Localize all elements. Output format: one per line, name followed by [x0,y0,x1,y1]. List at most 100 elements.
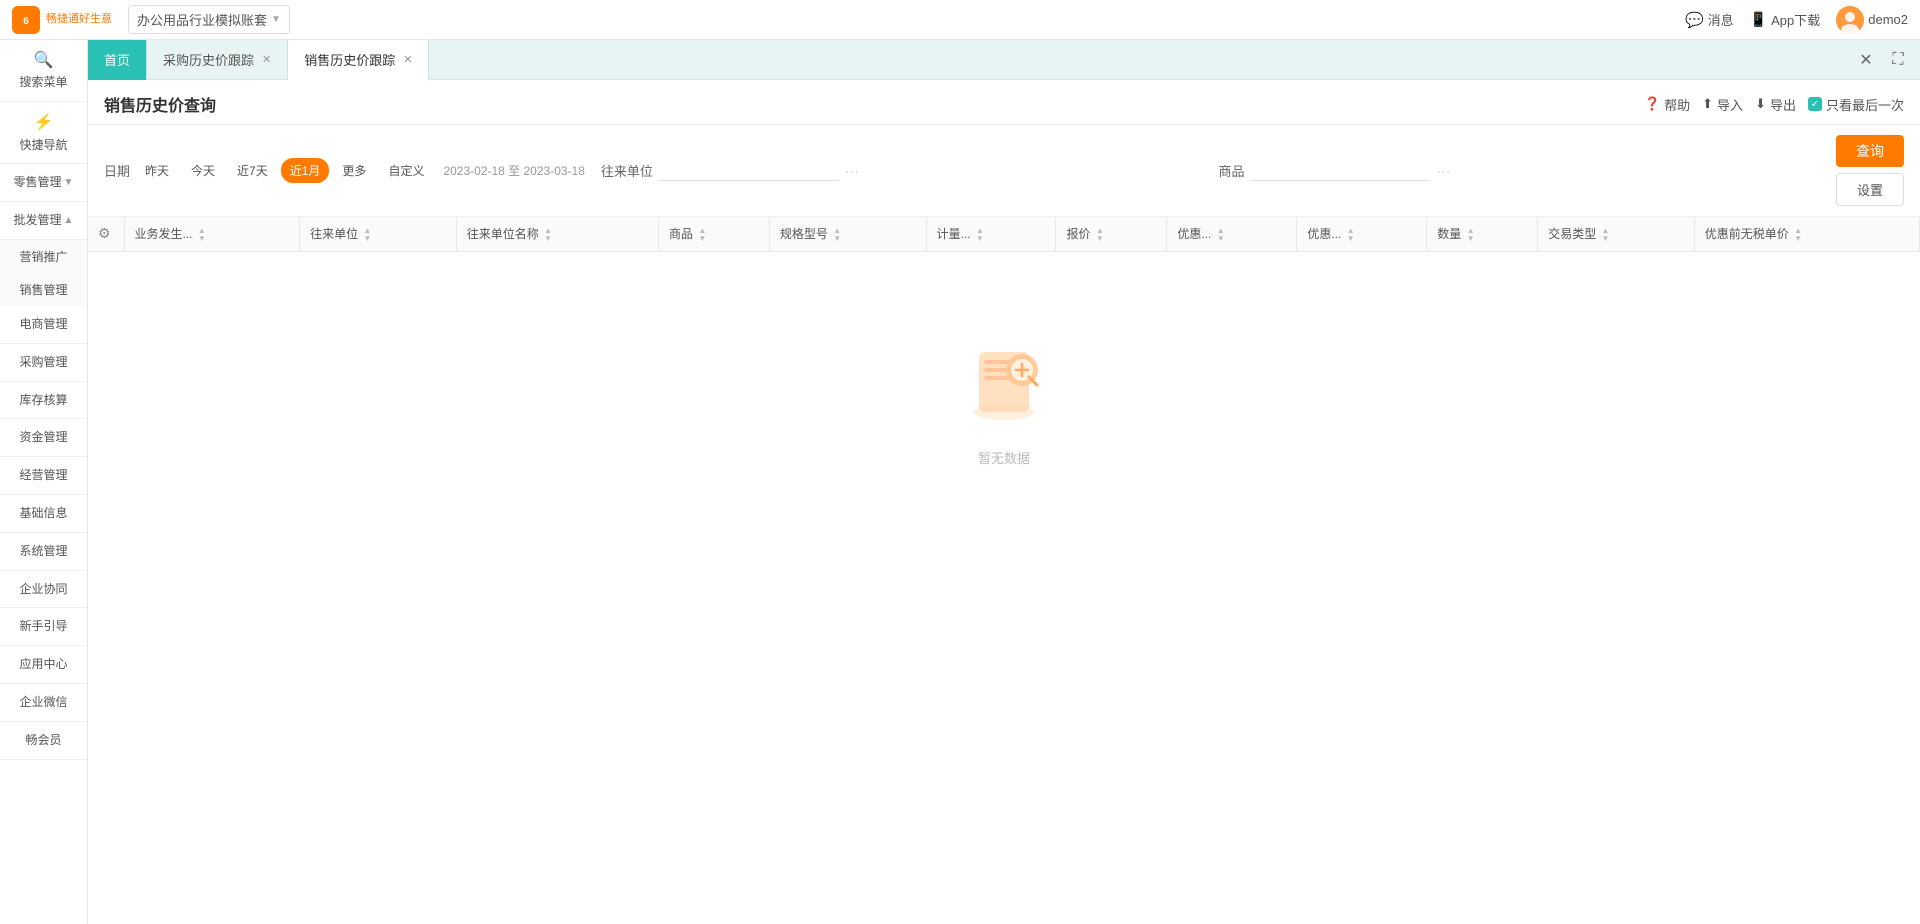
close-window-btn[interactable]: ✕ [1852,46,1880,74]
sidebar-item-wechat[interactable]: 企业微信 [0,684,87,722]
table-header: ⚙ 业务发生... ▲▼ 往来单位 ▲▼ 往来单位名称 ▲▼ [88,217,1920,251]
sidebar-item-system[interactable]: 系统管理 [0,533,87,571]
sidebar-item-finance[interactable]: 资金管理 [0,419,87,457]
product-filter-label: 商品 [1218,161,1244,180]
export-btn[interactable]: ⬇ 导出 [1755,95,1796,114]
sort-icon: ▲▼ [698,227,706,243]
product-dots[interactable]: ··· [1436,163,1450,179]
sidebar-item-marketing[interactable]: 营销推广 [0,240,87,273]
partner-filter-group: 往来单位 ··· [601,161,1203,181]
page-inner: 销售历史价查询 ❓ 帮助 ⬆ 导入 ⬇ 导出 [88,80,1920,924]
retail-label: 零售管理 [14,174,62,191]
th-price[interactable]: 报价 ▲▼ [1056,217,1167,251]
import-icon: ⬆ [1702,96,1713,112]
sidebar-item-label: 应用中心 [19,656,67,673]
help-btn[interactable]: ❓ 帮助 [1644,95,1690,114]
maximize-btn[interactable]: ⛶ [1884,46,1912,74]
table-header-row: ⚙ 业务发生... ▲▼ 往来单位 ▲▼ 往来单位名称 ▲▼ [88,217,1920,251]
shortcut-icon: ⚡ [34,112,54,134]
sidebar-item-label: 快捷导航 [19,137,67,154]
sidebar-item-ecommerce[interactable]: 电商管理 [0,306,87,344]
sidebar-item-label: 系统管理 [19,543,67,560]
tab-purchase-history[interactable]: 采购历史价跟踪 ✕ [147,40,288,80]
mobile-icon: 📱 [1750,11,1767,28]
th-unit[interactable]: 计量... ▲▼ [926,217,1056,251]
sidebar-item-wholesale[interactable]: 批发管理 ▲ [0,202,87,240]
sidebar: 🔍 搜索菜单 ⚡ 快捷导航 零售管理 ▼ 批发管理 ▲ 营销推广 销售管理 电商… [0,40,88,924]
date-buttons: 昨天 今天 近7天 近1月 更多 自定义 [136,158,433,183]
column-settings-icon[interactable]: ⚙ [98,225,111,241]
svg-text:6: 6 [23,16,29,27]
th-biz-date[interactable]: 业务发生... ▲▼ [124,217,300,251]
date-range-text: 2023-02-18 至 2023-03-18 [443,162,584,179]
tab-bar: 首页 采购历史价跟踪 ✕ 销售历史价跟踪 ✕ ✕ ⛶ [88,40,1920,80]
sidebar-item-collab[interactable]: 企业协同 [0,571,87,609]
page-content: 销售历史价查询 ❓ 帮助 ⬆ 导入 ⬇ 导出 [88,80,1920,924]
partner-dots[interactable]: ··· [845,163,859,179]
chevron-up-icon: ▲ [64,214,74,228]
checkbox-icon: ✓ [1808,97,1822,111]
page-header: 销售历史价查询 ❓ 帮助 ⬆ 导入 ⬇ 导出 [88,80,1920,125]
th-product[interactable]: 商品 ▲▼ [659,217,770,251]
th-discount2[interactable]: 优惠... ▲▼ [1297,217,1427,251]
only-last-checkbox[interactable]: ✓ 只看最后一次 [1808,95,1904,114]
tab-sales-history[interactable]: 销售历史价跟踪 ✕ [288,40,429,80]
filter-bar: 日期 昨天 今天 近7天 近1月 更多 自定义 2023-02-18 至 202… [88,125,1920,217]
sidebar-item-shortcut[interactable]: ⚡ 快捷导航 [0,102,87,164]
th-pretax-price[interactable]: 优惠前无税单价 ▲▼ [1694,217,1919,251]
message-btn[interactable]: 💬 消息 [1685,10,1734,29]
settings-button[interactable]: 设置 [1836,173,1904,206]
sidebar-item-inventory[interactable]: 库存核算 [0,382,87,420]
sidebar-item-guide[interactable]: 新手引导 [0,608,87,646]
date-btn-custom[interactable]: 自定义 [379,158,433,183]
sidebar-item-label: 畅会员 [25,732,61,749]
close-tab-sales-icon[interactable]: ✕ [403,53,412,66]
close-tab-purchase-icon[interactable]: ✕ [262,53,271,66]
sort-icon: ▲▼ [1217,227,1225,243]
date-filter-group: 日期 昨天 今天 近7天 近1月 更多 自定义 2023-02-18 至 202… [104,158,585,183]
search-icon: 🔍 [34,50,54,72]
user-profile[interactable]: demo2 [1836,6,1908,34]
sort-icon: ▲▼ [1467,227,1475,243]
th-quantity[interactable]: 数量 ▲▼ [1427,217,1538,251]
date-btn-yesterday[interactable]: 昨天 [136,158,178,183]
sidebar-item-apps[interactable]: 应用中心 [0,646,87,684]
message-icon: 💬 [1685,11,1704,29]
product-input[interactable] [1250,161,1430,181]
data-table: ⚙ 业务发生... ▲▼ 往来单位 ▲▼ 往来单位名称 ▲▼ [88,217,1920,252]
th-discount1[interactable]: 优惠... ▲▼ [1167,217,1297,251]
sidebar-item-member[interactable]: 畅会员 [0,722,87,760]
table-container: ⚙ 业务发生... ▲▼ 往来单位 ▲▼ 往来单位名称 ▲▼ [88,217,1920,527]
date-btn-today[interactable]: 今天 [182,158,224,183]
sort-icon: ▲▼ [1602,227,1610,243]
date-btn-1month[interactable]: 近1月 [281,158,330,183]
sidebar-item-label: 企业微信 [19,694,67,711]
sidebar-item-sales[interactable]: 销售管理 [0,273,87,306]
sidebar-item-retail[interactable]: 零售管理 ▼ [0,164,87,202]
sidebar-item-operations[interactable]: 经营管理 [0,457,87,495]
th-partner-code[interactable]: 往来单位 ▲▼ [300,217,457,251]
sidebar-item-label: 经营管理 [19,467,67,484]
sidebar-item-basics[interactable]: 基础信息 [0,495,87,533]
page-title: 销售历史价查询 [104,92,216,116]
help-icon: ❓ [1644,96,1660,112]
sort-icon: ▲▼ [833,227,841,243]
tab-home[interactable]: 首页 [88,40,147,80]
date-btn-more[interactable]: 更多 [333,158,375,183]
date-btn-7days[interactable]: 近7天 [228,158,277,183]
empty-state: 暂无数据 [88,252,1920,527]
partner-input[interactable] [659,161,839,181]
main-layout: 🔍 搜索菜单 ⚡ 快捷导航 零售管理 ▼ 批发管理 ▲ 营销推广 销售管理 电商… [0,40,1920,924]
sidebar-item-search[interactable]: 🔍 搜索菜单 [0,40,87,102]
sidebar-item-purchase[interactable]: 采购管理 [0,344,87,382]
import-btn[interactable]: ⬆ 导入 [1702,95,1743,114]
sort-icon: ▲▼ [198,227,206,243]
tab-bar-actions: ✕ ⛶ [1852,46,1920,74]
th-trade-type[interactable]: 交易类型 ▲▼ [1538,217,1695,251]
app-selector[interactable]: 办公用品行业模拟账套 ▼ [128,5,290,34]
sidebar-item-label: 基础信息 [19,505,67,522]
th-partner-name[interactable]: 往来单位名称 ▲▼ [456,217,658,251]
app-download-btn[interactable]: 📱 App下载 [1750,10,1821,29]
query-button[interactable]: 查询 [1836,135,1904,167]
th-spec[interactable]: 规格型号 ▲▼ [769,217,926,251]
